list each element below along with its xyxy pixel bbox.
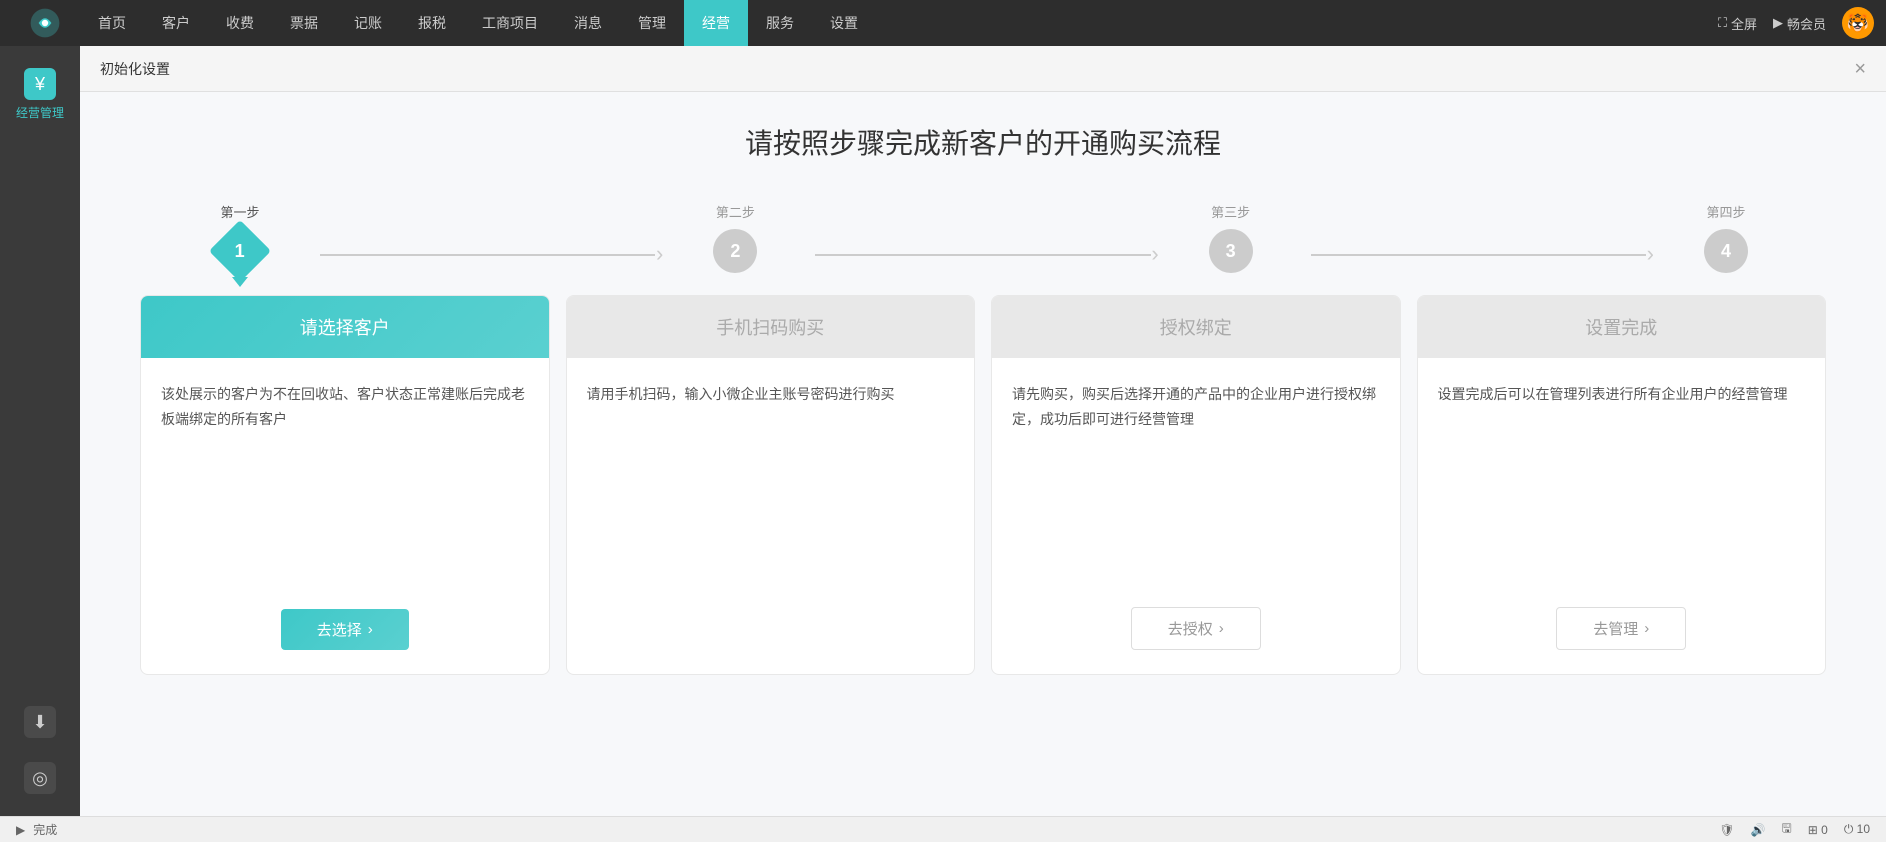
card-1-button-label: 去选择 [317, 619, 362, 640]
step-3-label: 第三步 [1211, 202, 1250, 221]
card-4-button[interactable]: 去管理 › [1556, 607, 1686, 650]
page-title: 初始化设置 [100, 59, 170, 79]
main-content: 初始化设置 × 请按照步骤完成新客户的开通购买流程 第一步 1 › [80, 46, 1886, 816]
page-header: 初始化设置 × [80, 46, 1886, 92]
nav-settings[interactable]: 设置 [812, 0, 876, 46]
card-3: 授权绑定 请先购买，购买后选择开通的产品中的企业用户进行授权绑定，成功后即可进行… [991, 295, 1401, 675]
step-4-number: 4 [1721, 241, 1731, 262]
sidebar: ¥ 经营管理 ⬇ ◎ [0, 46, 80, 816]
step-3-indicator: 第三步 3 [1151, 202, 1311, 273]
card-3-footer: 去授权 › [992, 591, 1400, 674]
step-2-number: 2 [730, 241, 740, 262]
card-1-header: 请选择客户 [141, 296, 549, 358]
card-3-button-label: 去授权 [1168, 618, 1213, 639]
status-power: ⏻ 10 [1844, 822, 1870, 837]
wizard-title: 请按照步骤完成新客户的开通购买流程 [140, 122, 1826, 162]
status-right: 🛡 🔊 🖫 ⊞ 0 ⏻ 10 [1719, 819, 1870, 840]
connector-1-2: › [320, 254, 655, 256]
support-icon: ◎ [24, 762, 56, 794]
status-play-icon: ▶ [16, 823, 25, 837]
card-2-footer [567, 634, 975, 674]
connector-3-4: › [1311, 254, 1646, 256]
nav-manage[interactable]: 管理 [620, 0, 684, 46]
nav-right-actions: ⛶ 全屏 ▶ 畅会员 🐯 [1718, 7, 1886, 39]
fullscreen-icon: ⛶ [1718, 15, 1727, 31]
step-1-label: 第一步 [220, 202, 259, 221]
arrow-3-4: › [1647, 241, 1654, 267]
user-avatar[interactable]: 🐯 [1842, 7, 1874, 39]
status-network: ⊞ 0 [1808, 823, 1828, 837]
card-1-button-symbol: › [368, 621, 373, 638]
sidebar-item-support[interactable]: ◎ [0, 750, 80, 806]
card-3-button-symbol: › [1219, 620, 1224, 637]
card-4-footer: 去管理 › [1418, 591, 1826, 674]
card-3-header: 授权绑定 [992, 296, 1400, 358]
card-1-button[interactable]: 去选择 › [281, 609, 409, 650]
card-4-button-symbol: › [1644, 620, 1649, 637]
member-label: 畅会员 [1787, 14, 1826, 33]
nav-customer[interactable]: 客户 [144, 0, 208, 46]
sidebar-item-download[interactable]: ⬇ [0, 694, 80, 750]
avatar-icon: 🐯 [1847, 13, 1869, 34]
status-text: 完成 [33, 821, 57, 838]
card-2-body: 请用手机扫码，输入小微企业主账号密码进行购买 [567, 358, 975, 634]
card-1: 请选择客户 该处展示的客户为不在回收站、客户状态正常建账后完成老板端绑定的所有客… [140, 295, 550, 675]
step-4-label: 第四步 [1706, 202, 1745, 221]
status-left: ▶ 完成 [16, 821, 57, 838]
arrow-1-2: › [656, 241, 663, 267]
step-3-number: 3 [1226, 241, 1236, 262]
card-4-header: 设置完成 [1418, 296, 1826, 358]
nav-business[interactable]: 工商项目 [464, 0, 556, 46]
nav-fee[interactable]: 收费 [208, 0, 272, 46]
nav-home[interactable]: 首页 [80, 0, 144, 46]
top-navigation: 首页 客户 收费 票据 记账 报税 工商项目 消息 管理 经营 服务 设置 ⛶ … [0, 0, 1886, 46]
step-1-indicator: 第一步 1 [160, 202, 320, 287]
card-2: 手机扫码购买 请用手机扫码，输入小微企业主账号密码进行购买 [566, 295, 976, 675]
status-bar: ▶ 完成 🛡 🔊 🖫 ⊞ 0 ⏻ 10 [0, 816, 1886, 842]
nav-operation[interactable]: 经营 [684, 0, 748, 46]
step-1-circle: 1 [209, 220, 271, 282]
fullscreen-button[interactable]: ⛶ 全屏 [1718, 14, 1757, 33]
step-cards: 请选择客户 该处展示的客户为不在回收站、客户状态正常建账后完成老板端绑定的所有客… [140, 295, 1826, 675]
step-2-indicator: 第二步 2 [655, 202, 815, 273]
card-2-header: 手机扫码购买 [567, 296, 975, 358]
status-save-icon: 🖫 [1782, 819, 1792, 840]
play-icon: ▶ [1773, 15, 1783, 31]
connector-2-3: › [815, 254, 1150, 256]
step-2-label: 第二步 [716, 202, 755, 221]
card-4-button-label: 去管理 [1593, 618, 1638, 639]
app-logo [10, 7, 80, 39]
sidebar-operation-icon: ¥ [24, 68, 56, 100]
status-shield-icon: 🛡 [1719, 823, 1734, 837]
member-button[interactable]: ▶ 畅会员 [1773, 14, 1826, 33]
download-icon: ⬇ [24, 706, 56, 738]
step-2-circle: 2 [713, 229, 757, 273]
step-1-number: 1 [235, 240, 245, 261]
close-button[interactable]: × [1854, 59, 1866, 79]
nav-account[interactable]: 记账 [336, 0, 400, 46]
fullscreen-label: 全屏 [1731, 14, 1757, 33]
card-1-footer: 去选择 › [141, 593, 549, 674]
arrow-2-3: › [1151, 241, 1158, 267]
nav-tax[interactable]: 报税 [400, 0, 464, 46]
nav-message[interactable]: 消息 [556, 0, 620, 46]
status-sound-icon: 🔊 [1751, 823, 1766, 837]
step-4-indicator: 第四步 4 [1646, 202, 1806, 273]
nav-bill[interactable]: 票据 [272, 0, 336, 46]
wizard-container: 请按照步骤完成新客户的开通购买流程 第一步 1 › 第二步 [80, 92, 1886, 816]
step-3-circle: 3 [1209, 229, 1253, 273]
sidebar-bottom: ⬇ ◎ [0, 694, 80, 816]
card-3-button[interactable]: 去授权 › [1131, 607, 1261, 650]
card-1-body: 该处展示的客户为不在回收站、客户状态正常建账后完成老板端绑定的所有客户 [141, 358, 549, 593]
card-3-body: 请先购买，购买后选择开通的产品中的企业用户进行授权绑定，成功后即可进行经营管理 [992, 358, 1400, 591]
step-4-circle: 4 [1704, 229, 1748, 273]
nav-service[interactable]: 服务 [748, 0, 812, 46]
nav-items: 首页 客户 收费 票据 记账 报税 工商项目 消息 管理 经营 服务 设置 [80, 0, 1718, 46]
card-4: 设置完成 设置完成后可以在管理列表进行所有企业用户的经营管理 去管理 › [1417, 295, 1827, 675]
card-4-body: 设置完成后可以在管理列表进行所有企业用户的经营管理 [1418, 358, 1826, 591]
sidebar-item-operation[interactable]: ¥ 经营管理 [0, 56, 80, 133]
sidebar-item-label: 经营管理 [16, 104, 64, 121]
